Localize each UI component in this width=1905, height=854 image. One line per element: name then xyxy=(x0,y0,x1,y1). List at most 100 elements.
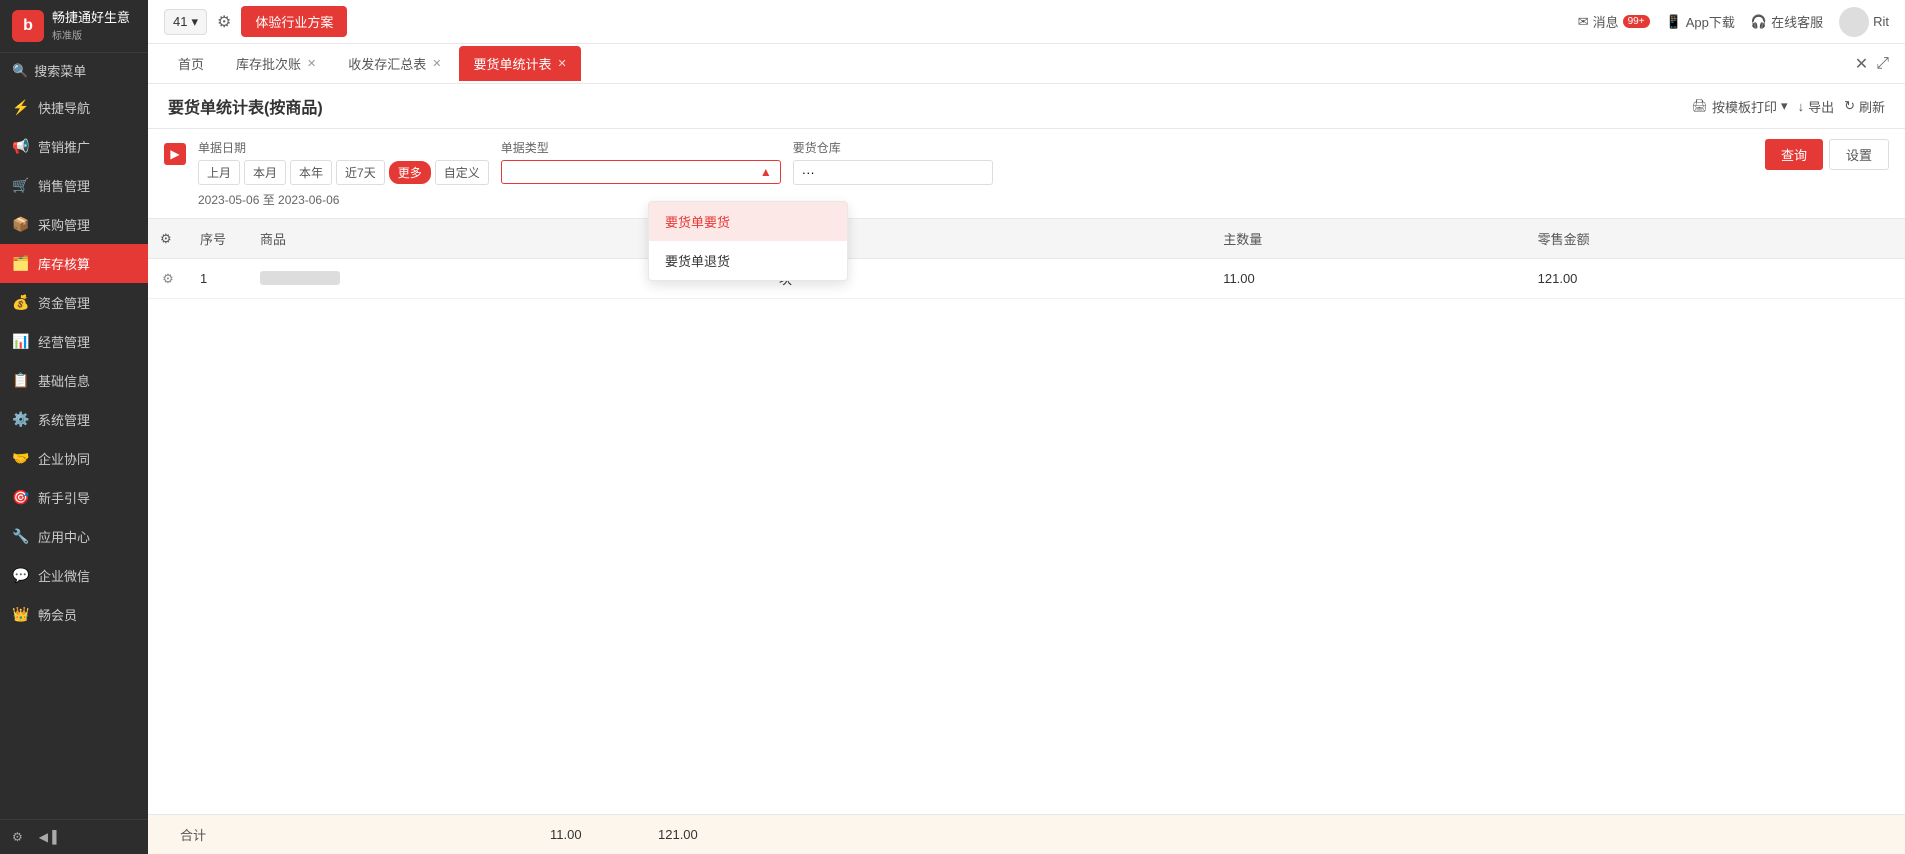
footer-total-label: 合计 xyxy=(180,828,206,843)
sidebar-icon-app-center: 🔧 xyxy=(12,528,30,545)
last-7-days-btn[interactable]: 近7天 xyxy=(336,160,385,185)
sidebar-item-inventory[interactable]: 🗂️ 库存核算 xyxy=(0,244,148,283)
warehouse-filter-label: 要货仓库 xyxy=(793,139,993,156)
sidebar-icon-enterprise: 🤝 xyxy=(12,450,30,467)
table-body: ⚙ 1 块 11.00 121.00 xyxy=(148,259,1905,299)
type-filter-input[interactable]: ▲ xyxy=(501,160,781,184)
sidebar-icon-member: 👑 xyxy=(12,606,30,623)
sidebar-item-marketing[interactable]: 📢营销推广 xyxy=(0,127,148,166)
warehouse-filter-input[interactable]: ··· xyxy=(793,160,993,185)
filter-settings-button[interactable]: 设置 xyxy=(1829,139,1889,170)
row-index-0: 1 xyxy=(188,259,248,299)
type-chevron-icon: ▲ xyxy=(760,165,772,179)
table-header-row: ⚙ 序号 商品 主计量单位 主数量 零售金额 xyxy=(148,219,1905,259)
row-quantity-0: 11.00 xyxy=(1211,259,1525,299)
app-download-label: App下载 xyxy=(1686,12,1735,31)
sidebar-icon-basic: 📋 xyxy=(12,372,30,389)
index-col-header: 序号 xyxy=(188,219,248,259)
sidebar-item-system[interactable]: ⚙️ 系统管理 xyxy=(0,400,148,439)
user-profile[interactable]: Rit xyxy=(1839,7,1889,37)
print-chevron-icon: ▾ xyxy=(1781,98,1788,114)
sidebar-label-enterprise: 企业协同 xyxy=(38,449,90,468)
sidebar-item-wechat[interactable]: 💬企业微信 xyxy=(0,556,148,595)
page-content: 要货单统计表(按商品) 🖨 按模板打印 ▾ ↓ 导出 ↻ 刷新 ▶ xyxy=(148,84,1905,854)
dropdown-item-order[interactable]: 要货单要货 xyxy=(649,202,847,241)
tab-close-receive-summary[interactable]: ✕ xyxy=(432,57,441,70)
export-button[interactable]: ↓ 导出 xyxy=(1798,97,1835,116)
type-filter-label: 单据类型 xyxy=(501,139,781,156)
date-filter-group: 单据日期 上月 本月 本年 近7天 更多 自定义 2023-05-06 至 20… xyxy=(198,139,489,208)
type-dropdown: 要货单要货要货单退货 xyxy=(648,201,848,281)
print-button[interactable]: 🖨 按模板打印 ▾ xyxy=(1692,97,1788,116)
sidebar-item-enterprise[interactable]: 🤝 企业协同 xyxy=(0,439,148,478)
refresh-label: 刷新 xyxy=(1859,97,1885,116)
sidebar-settings-icon[interactable]: ⚙ xyxy=(12,830,23,844)
filter-expand-button[interactable]: ▶ xyxy=(164,143,186,165)
custom-date-btn[interactable]: 自定义 xyxy=(435,160,489,185)
tabs-end: ✕ ⤢ xyxy=(1855,54,1889,74)
export-icon: ↓ xyxy=(1798,99,1805,114)
sidebar-item-app-center[interactable]: 🔧 应用中心 xyxy=(0,517,148,556)
page-header: 要货单统计表(按商品) 🖨 按模板打印 ▾ ↓ 导出 ↻ 刷新 xyxy=(148,84,1905,129)
sidebar-collapse-btn[interactable]: ◀▐ xyxy=(39,830,57,844)
app-download-action[interactable]: 📱 App下载 xyxy=(1666,12,1735,31)
sidebar-label-app-center: 应用中心 xyxy=(38,527,90,546)
tab-label-receive-summary: 收发存汇总表 xyxy=(348,54,426,73)
sidebar-item-purchase[interactable]: 📦采购管理 xyxy=(0,205,148,244)
tab-home[interactable]: 首页 xyxy=(164,46,218,81)
header-settings-icon[interactable]: ⚙ xyxy=(217,12,231,32)
user-avatar xyxy=(1839,7,1869,37)
table-container: ⚙ 序号 商品 主计量单位 主数量 零售金额 ⚙ 1 块 11.00 121.0… xyxy=(148,219,1905,814)
header-left: 41 ▾ ⚙ 体验行业方案 xyxy=(164,6,347,37)
this-month-btn[interactable]: 本月 xyxy=(244,160,286,185)
amount-col-header: 零售金额 xyxy=(1526,219,1905,259)
logo-icon: b xyxy=(12,10,44,42)
sidebar-label-system: 系统管理 xyxy=(38,410,90,429)
sidebar-item-sales[interactable]: 🛒销售管理 xyxy=(0,166,148,205)
date-range-display: 2023-05-06 至 2023-06-06 xyxy=(198,191,489,208)
dropdown-item-return[interactable]: 要货单退货 xyxy=(649,241,847,280)
message-action[interactable]: ✉ 消息 99+ xyxy=(1578,12,1650,31)
tab-order-stats[interactable]: 要货单统计表 ✕ xyxy=(459,46,580,81)
sidebar-item-guide[interactable]: 🎯新手引导 xyxy=(0,478,148,517)
close-tab-icon[interactable]: ✕ xyxy=(1855,54,1868,74)
row-settings-0[interactable]: ⚙ xyxy=(148,259,188,299)
this-year-btn[interactable]: 本年 xyxy=(290,160,332,185)
sidebar-item-quick-nav[interactable]: ⚡快捷导航 xyxy=(0,88,148,127)
online-service-action[interactable]: 🎧 在线客服 xyxy=(1751,12,1823,31)
sidebar: b 畅捷通好生意 标准版 🔍 搜索菜单 ⚡快捷导航📢营销推广🛒销售管理📦采购管理… xyxy=(0,0,148,854)
sidebar-label-inventory: 库存核算 xyxy=(38,254,90,273)
export-label: 导出 xyxy=(1808,97,1834,116)
sidebar-item-member[interactable]: 👑畅会员 xyxy=(0,595,148,634)
sidebar-icon-system: ⚙️ xyxy=(12,411,30,428)
sidebar-icon-purchase: 📦 xyxy=(12,216,30,233)
logo-text-block: 畅捷通好生意 标准版 xyxy=(52,10,130,42)
sidebar-icon-inventory: 🗂️ xyxy=(12,255,30,272)
sidebar-search[interactable]: 🔍 搜索菜单 xyxy=(0,53,148,88)
last-month-btn[interactable]: 上月 xyxy=(198,160,240,185)
sidebar-item-operation[interactable]: 📊经营管理 xyxy=(0,322,148,361)
store-selector[interactable]: 41 ▾ xyxy=(164,9,207,35)
expand-tabs-icon[interactable]: ⤢ xyxy=(1876,55,1889,73)
trial-button[interactable]: 体验行业方案 xyxy=(241,6,347,37)
settings-col-header[interactable]: ⚙ xyxy=(148,219,188,259)
sidebar-item-basic[interactable]: 📋基础信息 xyxy=(0,361,148,400)
sidebar-icon-finance: 💰 xyxy=(12,294,30,311)
sidebar-icon-wechat: 💬 xyxy=(12,567,30,584)
online-service-label: 在线客服 xyxy=(1771,12,1823,31)
tab-receive-summary[interactable]: 收发存汇总表 ✕ xyxy=(334,46,455,81)
tab-inventory-batch[interactable]: 库存批次账 ✕ xyxy=(222,46,330,81)
tab-close-order-stats[interactable]: ✕ xyxy=(558,57,567,70)
row-amount-0: 121.00 xyxy=(1526,259,1905,299)
refresh-button[interactable]: ↻ 刷新 xyxy=(1844,97,1885,116)
phone-icon: 📱 xyxy=(1666,14,1682,30)
message-icon: ✉ xyxy=(1578,14,1589,30)
sidebar-label-operation: 经营管理 xyxy=(38,332,90,351)
query-button[interactable]: 查询 xyxy=(1765,139,1823,170)
more-dates-btn[interactable]: 更多 xyxy=(389,161,431,184)
tab-label-inventory-batch: 库存批次账 xyxy=(236,54,301,73)
refresh-icon: ↻ xyxy=(1844,98,1855,114)
print-label: 按模板打印 xyxy=(1712,97,1777,116)
tab-close-inventory-batch[interactable]: ✕ xyxy=(307,57,316,70)
sidebar-item-finance[interactable]: 💰资金管理 xyxy=(0,283,148,322)
